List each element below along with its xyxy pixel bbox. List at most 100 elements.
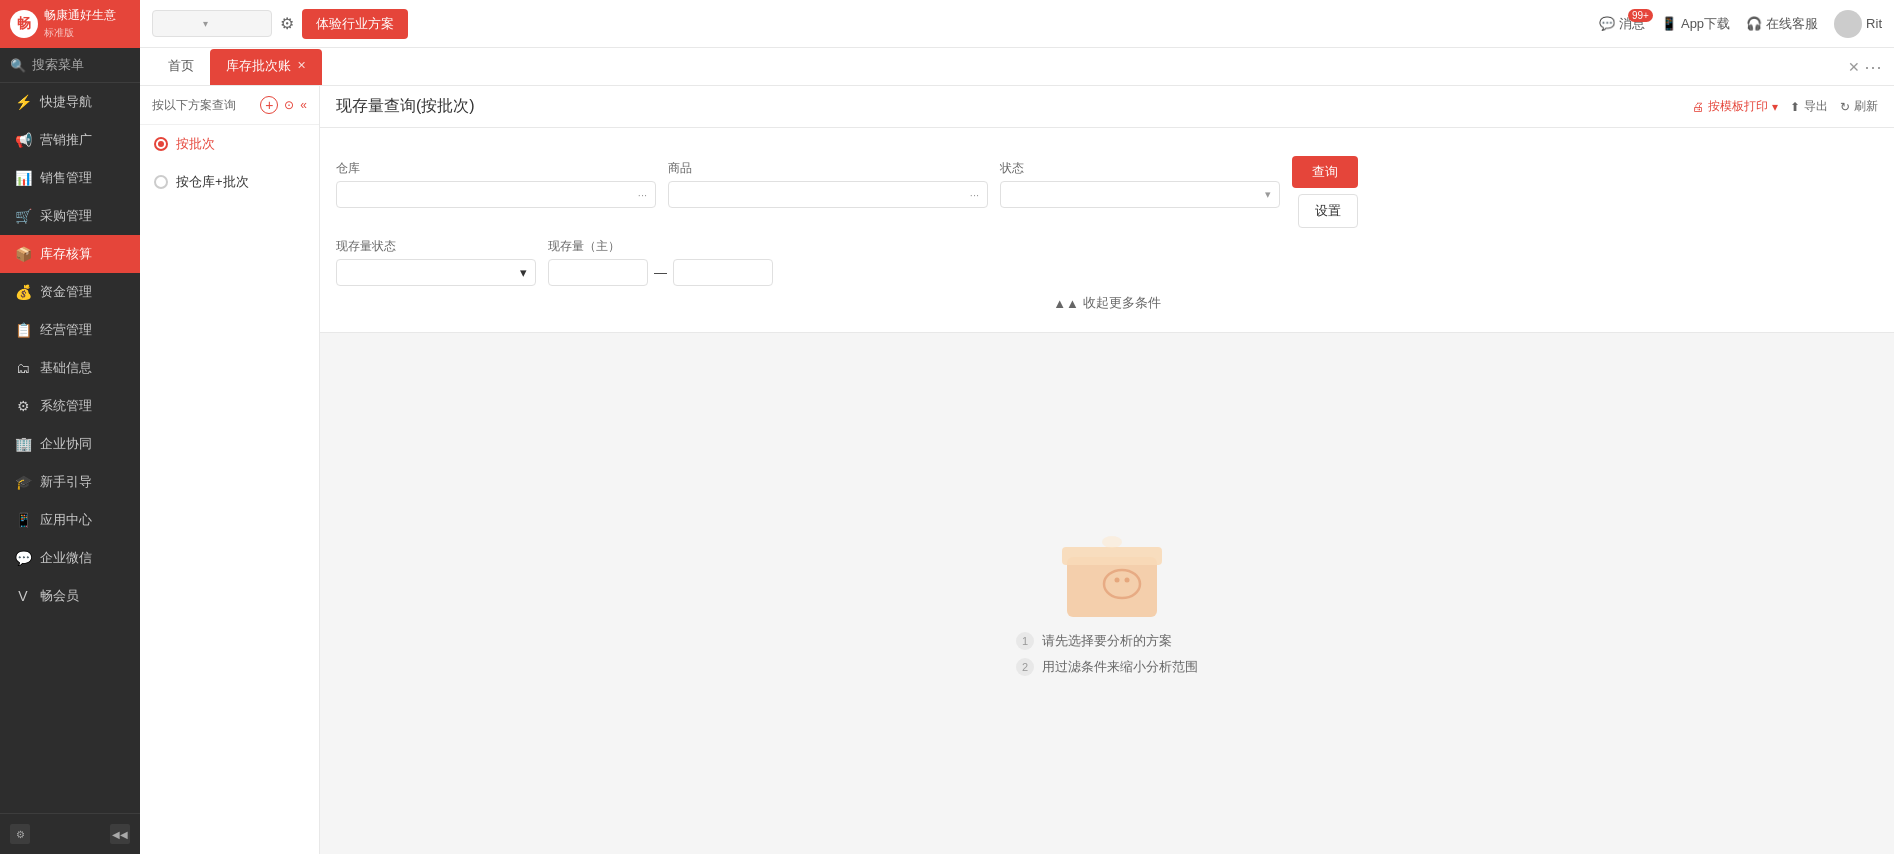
sidebar-item-basic[interactable]: 🗂 基础信息 bbox=[0, 349, 140, 387]
vip-label: 畅会员 bbox=[40, 587, 79, 605]
qty-min-input[interactable] bbox=[548, 259, 648, 286]
sidebar-item-system[interactable]: ⚙ 系统管理 bbox=[0, 387, 140, 425]
filter-by-warehouse-batch-label: 按仓库+批次 bbox=[176, 173, 249, 191]
content-area: 按以下方案查询 + ⊙ « 按批次 按仓库+批次 现存量查询(按批次) bbox=[140, 86, 1894, 854]
app-download-label: App下载 bbox=[1681, 15, 1730, 33]
refresh-btn[interactable]: ↻ 刷新 bbox=[1840, 98, 1878, 115]
collapse-up-icon: ▲▲ bbox=[1053, 296, 1079, 311]
query-button[interactable]: 查询 bbox=[1292, 156, 1358, 188]
purchase-icon: 🛒 bbox=[14, 208, 32, 224]
wechat-icon: 💬 bbox=[14, 550, 32, 566]
export-label: 导出 bbox=[1804, 98, 1828, 115]
filter-item-by-warehouse-batch[interactable]: 按仓库+批次 bbox=[140, 163, 319, 201]
sidebar-item-wechat[interactable]: 💬 企业微信 bbox=[0, 539, 140, 577]
sidebar-item-purchase[interactable]: 🛒 采购管理 bbox=[0, 197, 140, 235]
qty-dash: — bbox=[654, 265, 667, 280]
sidebar-item-marketing[interactable]: 📢 营销推广 bbox=[0, 121, 140, 159]
guide-label: 新手引导 bbox=[40, 473, 92, 491]
filter-collapse-icon[interactable]: « bbox=[300, 98, 307, 112]
experience-btn[interactable]: 体验行业方案 bbox=[302, 9, 408, 39]
sidebar-item-sales[interactable]: 📊 销售管理 bbox=[0, 159, 140, 197]
empty-illustration bbox=[1047, 512, 1167, 612]
basic-label: 基础信息 bbox=[40, 359, 92, 377]
refresh-label: 刷新 bbox=[1854, 98, 1878, 115]
tab-inventory-batch-label: 库存批次账 bbox=[226, 57, 291, 75]
inventory-status-select[interactable]: ▾ bbox=[336, 259, 536, 286]
filter-item-by-batch[interactable]: 按批次 bbox=[140, 125, 319, 163]
avatar bbox=[1834, 10, 1862, 38]
filter-title: 按以下方案查询 bbox=[152, 97, 236, 114]
goods-more-icon[interactable]: ··· bbox=[970, 189, 979, 201]
inventory-qty-field: 现存量（主） — bbox=[548, 238, 773, 286]
export-btn[interactable]: ⬆ 导出 bbox=[1790, 98, 1828, 115]
user-avatar-btn[interactable]: Rit bbox=[1834, 10, 1882, 38]
sidebar: 畅 畅康通好生意 标准版 🔍 搜索菜单 ⚡ 快捷导航 📢 营销推广 📊 销售管理… bbox=[0, 0, 140, 854]
svg-point-3 bbox=[1115, 577, 1120, 582]
condition-row-1: 仓库 ··· 商品 ··· bbox=[336, 140, 1878, 228]
warehouse-field: 仓库 ··· bbox=[336, 160, 656, 208]
print-btn[interactable]: 🖨 按模板打印 ▾ bbox=[1692, 98, 1778, 115]
filter-settings-icon[interactable]: ⊙ bbox=[284, 98, 294, 112]
sidebar-settings-btn[interactable]: ⚙ bbox=[10, 824, 30, 844]
qty-range: — bbox=[548, 259, 773, 286]
warehouse-input[interactable]: ··· bbox=[336, 181, 656, 208]
sidebar-item-inventory[interactable]: 📦 库存核算 bbox=[0, 235, 140, 273]
empty-hints: 1 请先选择要分析的方案 2 用过滤条件来缩小分析范围 bbox=[1016, 632, 1198, 676]
inventory-qty-label: 现存量（主） bbox=[548, 238, 773, 255]
sidebar-search[interactable]: 🔍 搜索菜单 bbox=[0, 48, 140, 83]
messages-btn[interactable]: 💬 消息 99+ bbox=[1599, 15, 1645, 33]
query-header: 现存量查询(按批次) 🖨 按模板打印 ▾ ⬆ 导出 ↻ 刷新 bbox=[320, 86, 1894, 128]
sidebar-item-apps[interactable]: 📱 应用中心 bbox=[0, 501, 140, 539]
query-header-actions: 🖨 按模板打印 ▾ ⬆ 导出 ↻ 刷新 bbox=[1692, 98, 1878, 115]
empty-svg bbox=[1047, 512, 1177, 622]
goods-label: 商品 bbox=[668, 160, 988, 177]
tab-home[interactable]: 首页 bbox=[152, 49, 210, 85]
filter-add-icon[interactable]: + bbox=[260, 96, 278, 114]
quick-nav-icon: ⚡ bbox=[14, 94, 32, 110]
page-title: 现存量查询(按批次) bbox=[336, 96, 475, 117]
sidebar-item-finance[interactable]: 💰 资金管理 bbox=[0, 273, 140, 311]
inventory-status-field: 现存量状态 ▾ bbox=[336, 238, 536, 286]
sidebar-item-guide[interactable]: 🎓 新手引导 bbox=[0, 463, 140, 501]
hint-item-2: 2 用过滤条件来缩小分析范围 bbox=[1016, 658, 1198, 676]
tab-inventory-batch[interactable]: 库存批次账 ✕ bbox=[210, 49, 322, 85]
finance-icon: 💰 bbox=[14, 284, 32, 300]
sidebar-bottom: ⚙ ◀◀ bbox=[0, 813, 140, 854]
hint-num-1: 1 bbox=[1016, 632, 1034, 650]
purchase-label: 采购管理 bbox=[40, 207, 92, 225]
topbar-search-box[interactable]: ▾ bbox=[152, 10, 272, 37]
tab-home-label: 首页 bbox=[168, 57, 194, 75]
condition-row-2: 现存量状态 ▾ 现存量（主） — bbox=[336, 238, 1878, 286]
sidebar-item-vip[interactable]: V 畅会员 bbox=[0, 577, 140, 615]
warehouse-more-icon[interactable]: ··· bbox=[638, 189, 647, 201]
topbar-dropdown-icon: ▾ bbox=[203, 18, 208, 29]
settings-button[interactable]: 设置 bbox=[1298, 194, 1358, 228]
online-service-btn[interactable]: 🎧 在线客服 bbox=[1746, 15, 1818, 33]
app-download-btn[interactable]: 📱 App下载 bbox=[1661, 15, 1730, 33]
qty-max-input[interactable] bbox=[673, 259, 773, 286]
marketing-label: 营销推广 bbox=[40, 131, 92, 149]
apps-icon: 📱 bbox=[14, 512, 32, 528]
goods-input[interactable]: ··· bbox=[668, 181, 988, 208]
tab-close-icon[interactable]: ✕ bbox=[297, 59, 306, 72]
collapse-more-btn[interactable]: ▲▲ 收起更多条件 bbox=[336, 286, 1878, 320]
hint-text-2: 用过滤条件来缩小分析范围 bbox=[1042, 658, 1198, 676]
goods-field: 商品 ··· bbox=[668, 160, 988, 208]
online-service-label: 在线客服 bbox=[1766, 15, 1818, 33]
operations-label: 经营管理 bbox=[40, 321, 92, 339]
hint-text-1: 请先选择要分析的方案 bbox=[1042, 632, 1172, 650]
sidebar-collapse-btn[interactable]: ◀◀ bbox=[110, 824, 130, 844]
sidebar-item-quick-nav[interactable]: ⚡ 快捷导航 bbox=[0, 83, 140, 121]
sidebar-item-operations[interactable]: 📋 经营管理 bbox=[0, 311, 140, 349]
status-select[interactable]: ▾ bbox=[1000, 181, 1280, 208]
svg-rect-0 bbox=[1067, 557, 1157, 617]
basic-icon: 🗂 bbox=[14, 360, 32, 376]
tab-area-expand-icon[interactable]: ⋯ bbox=[1864, 56, 1882, 78]
status-arrow-icon: ▾ bbox=[1265, 188, 1271, 201]
headset-icon: 🎧 bbox=[1746, 16, 1762, 31]
main-area: ▾ ⚙ 体验行业方案 💬 消息 99+ 📱 App下载 🎧 在线客服 Rit bbox=[140, 0, 1894, 854]
sidebar-item-enterprise[interactable]: 🏢 企业协同 bbox=[0, 425, 140, 463]
print-dropdown-icon[interactable]: ▾ bbox=[1772, 100, 1778, 114]
tab-area-close-icon[interactable]: ✕ bbox=[1848, 59, 1860, 75]
topbar-gear-icon[interactable]: ⚙ bbox=[280, 14, 294, 33]
